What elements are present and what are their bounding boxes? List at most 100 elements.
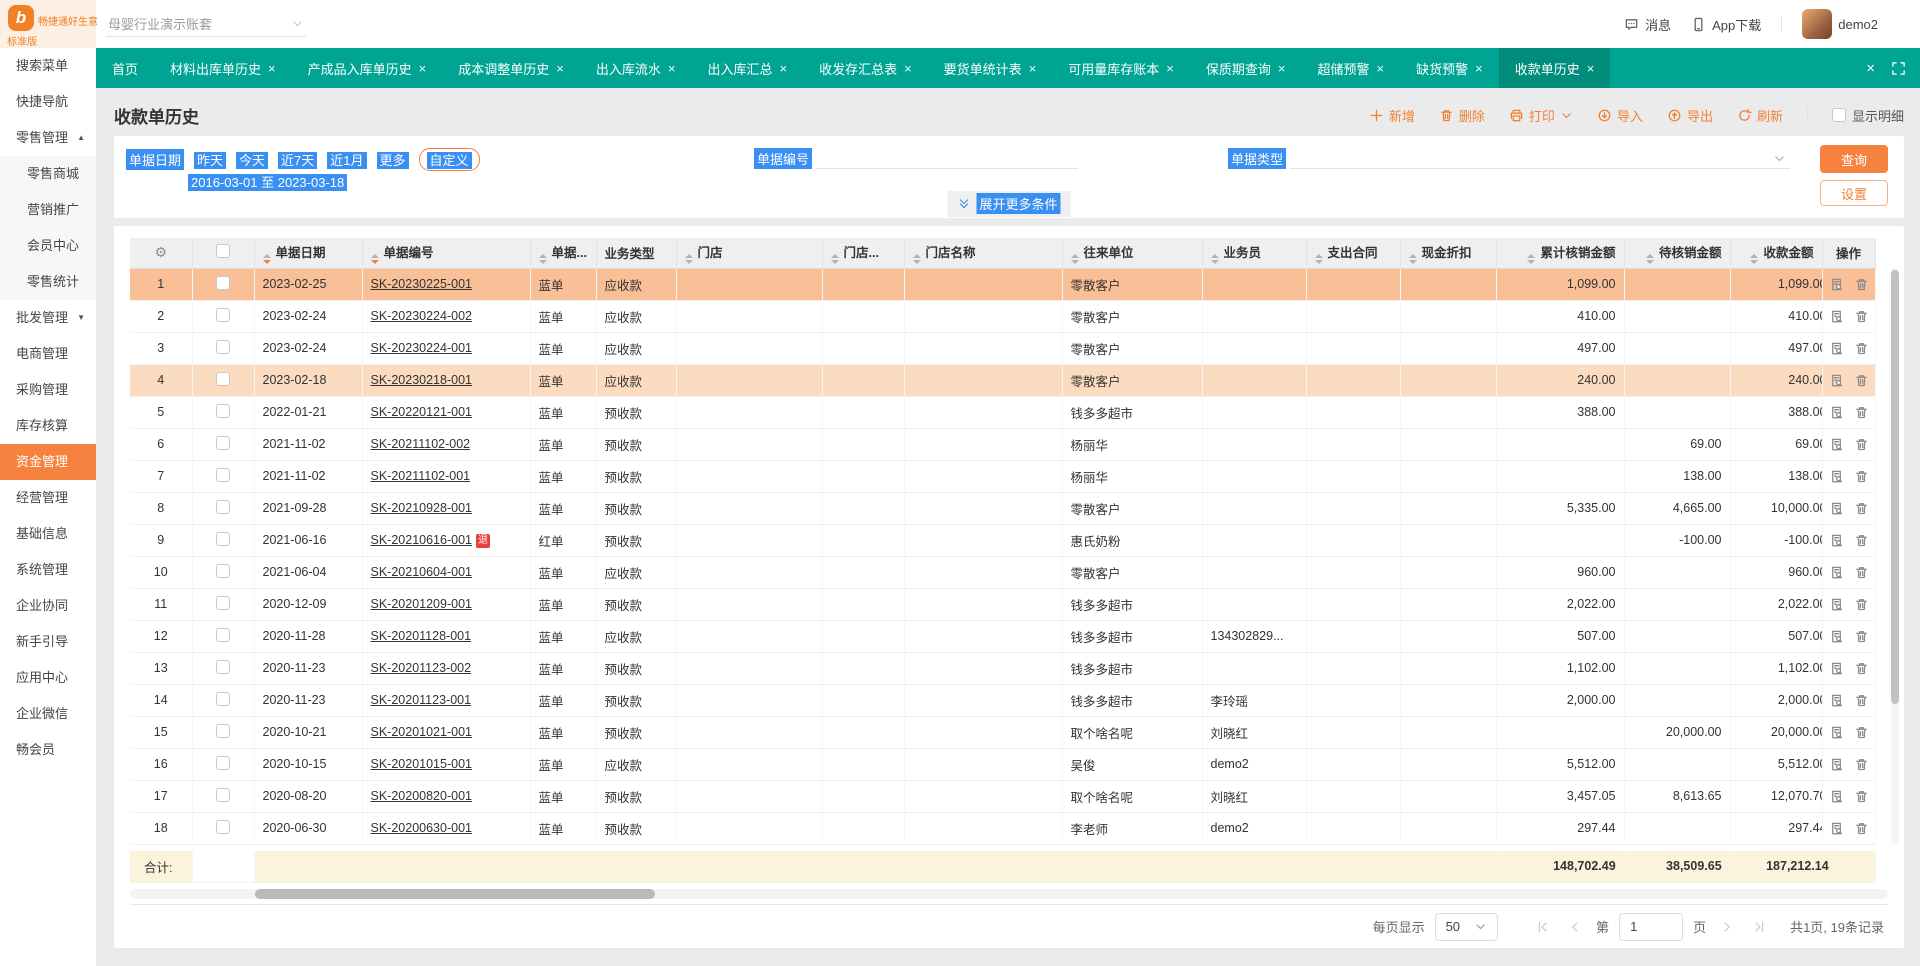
column-header-no[interactable]: 单据编号 <box>362 238 531 269</box>
tab-close-icon[interactable]: × <box>668 61 676 76</box>
row-checkbox[interactable] <box>216 755 230 770</box>
prev-page-button[interactable] <box>1568 920 1582 934</box>
gear-icon[interactable]: ⚙ <box>154 244 167 260</box>
sidebar-item-系统管理[interactable]: 系统管理 <box>0 552 96 588</box>
date-quick-option-custom[interactable]: 自定义 <box>418 148 480 171</box>
select-all-checkbox[interactable] <box>216 244 230 259</box>
sidebar-item-新手引导[interactable]: 新手引导 <box>0 624 96 660</box>
sort-arrows-icon[interactable] <box>830 253 839 264</box>
row-checkbox[interactable] <box>216 659 230 674</box>
sidebar-item-基础信息[interactable]: 基础信息 <box>0 516 96 552</box>
settings-button[interactable]: 设置 <box>1820 180 1888 206</box>
horizontal-scrollbar-thumb[interactable] <box>255 889 655 899</box>
tab-出入库流水[interactable]: 出入库流水 × <box>580 48 692 88</box>
document-number-link[interactable]: SK-20201123-001 <box>371 693 472 707</box>
document-number-link[interactable]: SK-20200630-001 <box>371 821 472 835</box>
row-checkbox[interactable] <box>216 595 230 610</box>
sort-arrows-icon[interactable] <box>370 253 379 264</box>
vertical-scrollbar-thumb[interactable] <box>1891 270 1899 704</box>
document-number-link[interactable]: SK-20210616-001 <box>371 533 472 547</box>
document-number-link[interactable]: SK-20230224-001 <box>371 341 472 355</box>
sort-arrows-icon[interactable] <box>912 253 921 264</box>
doc-type-select[interactable] <box>1290 148 1791 169</box>
row-checkbox[interactable] <box>216 691 230 706</box>
tab-材料出库单历史[interactable]: 材料出库单历史 × <box>154 48 292 88</box>
row-checkbox[interactable] <box>216 531 230 546</box>
sidebar-item-搜索菜单[interactable]: 搜索菜单 <box>0 48 96 84</box>
tab-首页[interactable]: 首页 <box>96 48 154 88</box>
sort-arrows-icon[interactable] <box>1314 253 1323 264</box>
row-checkbox[interactable] <box>216 563 230 578</box>
row-checkbox[interactable] <box>216 627 230 642</box>
sort-arrows-icon[interactable] <box>262 253 271 264</box>
toolbar-导出-button[interactable]: 导出 <box>1667 106 1713 125</box>
vertical-scrollbar[interactable] <box>1891 268 1899 844</box>
sidebar-item-应用中心[interactable]: 应用中心 <box>0 660 96 696</box>
sidebar-item-企业微信[interactable]: 企业微信 <box>0 696 96 732</box>
show-detail-toggle[interactable]: 显示明细 <box>1831 106 1904 125</box>
date-quick-option-近7天[interactable]: 近7天 <box>278 150 318 169</box>
date-quick-option-今天[interactable]: 今天 <box>236 150 269 169</box>
column-header-date[interactable]: 单据日期 <box>254 238 363 269</box>
column-header-store2[interactable]: 门店... <box>822 238 905 269</box>
sort-arrows-icon[interactable] <box>1750 253 1759 264</box>
tab-close-icon[interactable]: × <box>904 61 912 76</box>
column-header-store[interactable]: 门店 <box>676 238 823 269</box>
tab-要货单统计表[interactable]: 要货单统计表 × <box>928 48 1053 88</box>
tab-close-icon[interactable]: × <box>779 61 787 76</box>
row-checkbox[interactable] <box>216 787 230 802</box>
tab-close-icon[interactable]: × <box>1029 61 1037 76</box>
sidebar-item-电商管理[interactable]: 电商管理 <box>0 336 96 372</box>
document-number-link[interactable]: SK-20201015-001 <box>371 757 472 771</box>
row-checkbox[interactable] <box>216 371 230 386</box>
sidebar-item-会员中心[interactable]: 会员中心 <box>0 228 96 264</box>
toolbar-打印-button[interactable]: 打印 <box>1509 106 1573 125</box>
column-header-writeoff[interactable]: 累计核销金额 <box>1496 238 1625 269</box>
tab-出入库汇总[interactable]: 出入库汇总 × <box>691 48 803 88</box>
tab-收发存汇总表[interactable]: 收发存汇总表 × <box>803 48 928 88</box>
document-number-link[interactable]: SK-20211102-001 <box>371 469 471 483</box>
first-page-button[interactable] <box>1536 920 1550 934</box>
sort-arrows-icon[interactable] <box>1408 253 1417 264</box>
sidebar-item-库存核算[interactable]: 库存核算 <box>0 408 96 444</box>
row-checkbox[interactable] <box>216 819 230 834</box>
tab-close-icon[interactable]: × <box>1278 61 1286 76</box>
fullscreen-icon[interactable] <box>1891 61 1906 76</box>
messages-button[interactable]: 消息 <box>1624 15 1671 34</box>
per-page-select[interactable]: 50 <box>1434 912 1499 941</box>
expand-more-conditions[interactable]: 展开更多条件 <box>947 191 1071 217</box>
toolbar-删除-button[interactable]: 删除 <box>1439 106 1485 125</box>
row-checkbox[interactable] <box>216 403 230 418</box>
sort-arrows-icon[interactable] <box>538 253 547 264</box>
sort-arrows-icon[interactable] <box>1210 253 1219 264</box>
row-checkbox[interactable] <box>216 275 230 290</box>
sidebar-item-采购管理[interactable]: 采购管理 <box>0 372 96 408</box>
column-header-storename[interactable]: 门店名称 <box>904 238 1063 269</box>
document-number-link[interactable]: SK-20230224-002 <box>371 309 472 323</box>
document-number-link[interactable]: SK-20230218-001 <box>371 373 472 387</box>
tab-close-icon[interactable]: × <box>1587 61 1595 76</box>
app-download-button[interactable]: App下载 <box>1691 15 1761 34</box>
close-all-icon[interactable]: × <box>1866 60 1875 77</box>
tab-保质期查询[interactable]: 保质期查询 × <box>1190 48 1302 88</box>
row-checkbox[interactable] <box>216 723 230 738</box>
column-header-cash[interactable]: 现金折扣 <box>1400 238 1497 269</box>
sidebar-item-零售管理[interactable]: 零售管理 ▲ <box>0 120 96 156</box>
sort-arrows-icon[interactable] <box>1645 253 1654 264</box>
sort-arrows-icon[interactable] <box>1527 253 1536 264</box>
column-header-operator[interactable]: 业务员 <box>1202 238 1307 269</box>
show-detail-checkbox[interactable] <box>1831 108 1846 122</box>
date-quick-option-昨天[interactable]: 昨天 <box>194 150 227 169</box>
tab-产成品入库单历史[interactable]: 产成品入库单历史 × <box>292 48 443 88</box>
row-checkbox[interactable] <box>216 307 230 322</box>
tab-超储预警[interactable]: 超储预警 × <box>1302 48 1401 88</box>
tab-收款单历史[interactable]: 收款单历史 × <box>1498 48 1611 88</box>
sidebar-item-企业协同[interactable]: 企业协同 <box>0 588 96 624</box>
last-page-button[interactable] <box>1752 920 1766 934</box>
horizontal-scrollbar[interactable] <box>130 889 1888 899</box>
query-button[interactable]: 查询 <box>1820 145 1888 173</box>
sidebar-item-营销推广[interactable]: 营销推广 <box>0 192 96 228</box>
tab-close-icon[interactable]: × <box>556 61 564 76</box>
sidebar-item-零售商城[interactable]: 零售商城 <box>0 156 96 192</box>
document-number-link[interactable]: SK-20201209-001 <box>371 597 472 611</box>
